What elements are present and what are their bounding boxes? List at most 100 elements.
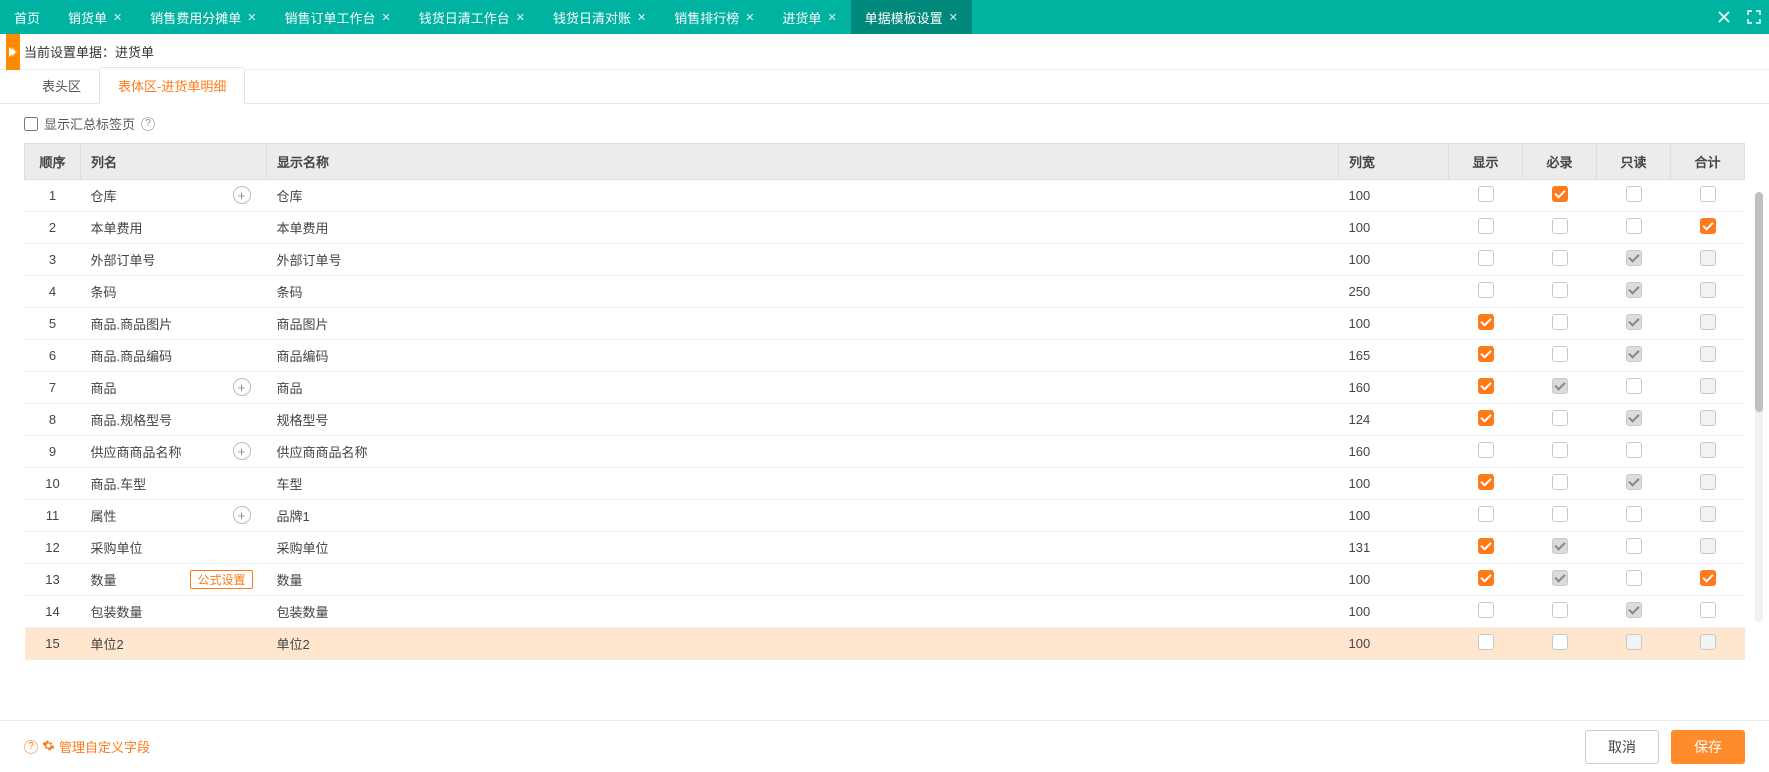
checkbox[interactable]: [1700, 218, 1716, 234]
table-row[interactable]: 14包装数量包装数量100: [25, 596, 1745, 628]
checkbox[interactable]: [1478, 378, 1494, 394]
cell-display[interactable]: 商品: [267, 372, 1339, 404]
checkbox[interactable]: [1626, 602, 1642, 618]
close-all-tabs-button[interactable]: [1709, 0, 1739, 34]
top-tab-8[interactable]: 单据模板设置✕: [851, 0, 972, 34]
cell-width[interactable]: 100: [1339, 468, 1449, 500]
cell-width[interactable]: 100: [1339, 308, 1449, 340]
checkbox[interactable]: [1478, 570, 1494, 586]
cell-width[interactable]: 100: [1339, 180, 1449, 212]
table-row[interactable]: 2本单费用本单费用100: [25, 212, 1745, 244]
checkbox[interactable]: [1552, 218, 1568, 234]
help-icon[interactable]: ?: [141, 117, 155, 131]
checkbox[interactable]: [1478, 410, 1494, 426]
table-row[interactable]: 6商品.商品编码商品编码165: [25, 340, 1745, 372]
cell-display[interactable]: 品牌1: [267, 500, 1339, 532]
cell-display[interactable]: 数量: [267, 564, 1339, 596]
checkbox[interactable]: [1626, 474, 1642, 490]
scrollbar[interactable]: [1755, 192, 1763, 622]
close-icon[interactable]: ✕: [949, 11, 958, 24]
checkbox[interactable]: [1626, 314, 1642, 330]
cell-display[interactable]: 单位2: [267, 628, 1339, 660]
cell-width[interactable]: 100: [1339, 564, 1449, 596]
top-tab-7[interactable]: 进货单✕: [768, 0, 850, 34]
table-row[interactable]: 3外部订单号外部订单号100: [25, 244, 1745, 276]
close-icon[interactable]: ✕: [637, 11, 646, 24]
table-row[interactable]: 7商品+商品160: [25, 372, 1745, 404]
checkbox[interactable]: [1478, 186, 1494, 202]
cell-width[interactable]: 250: [1339, 276, 1449, 308]
cell-display[interactable]: 条码: [267, 276, 1339, 308]
save-button[interactable]: 保存: [1671, 730, 1745, 764]
fullscreen-button[interactable]: [1739, 0, 1769, 34]
checkbox[interactable]: [1626, 346, 1642, 362]
checkbox[interactable]: [1478, 442, 1494, 458]
top-tab-6[interactable]: 销售排行榜✕: [660, 0, 768, 34]
cell-display[interactable]: 外部订单号: [267, 244, 1339, 276]
cell-width[interactable]: 160: [1339, 372, 1449, 404]
cell-width[interactable]: 100: [1339, 500, 1449, 532]
cell-display[interactable]: 商品图片: [267, 308, 1339, 340]
checkbox[interactable]: [1626, 218, 1642, 234]
checkbox[interactable]: [1478, 634, 1494, 650]
checkbox[interactable]: [1552, 186, 1568, 202]
top-tab-0[interactable]: 首页: [0, 0, 54, 34]
cell-width[interactable]: 100: [1339, 244, 1449, 276]
checkbox[interactable]: [1552, 506, 1568, 522]
checkbox[interactable]: [1552, 474, 1568, 490]
cell-display[interactable]: 商品编码: [267, 340, 1339, 372]
checkbox[interactable]: [1478, 538, 1494, 554]
checkbox[interactable]: [1552, 602, 1568, 618]
checkbox[interactable]: [1626, 410, 1642, 426]
top-tab-2[interactable]: 销售费用分摊单✕: [136, 0, 270, 34]
checkbox[interactable]: [1552, 410, 1568, 426]
checkbox[interactable]: [1626, 250, 1642, 266]
cell-width[interactable]: 100: [1339, 628, 1449, 660]
checkbox[interactable]: [1552, 250, 1568, 266]
checkbox[interactable]: [1700, 570, 1716, 586]
checkbox[interactable]: [1700, 602, 1716, 618]
checkbox[interactable]: [1552, 538, 1568, 554]
top-tab-5[interactable]: 钱货日清对账✕: [539, 0, 660, 34]
checkbox[interactable]: [1626, 442, 1642, 458]
cell-display[interactable]: 车型: [267, 468, 1339, 500]
cell-display[interactable]: 仓库: [267, 180, 1339, 212]
cell-display[interactable]: 采购单位: [267, 532, 1339, 564]
cell-width[interactable]: 100: [1339, 212, 1449, 244]
cell-display[interactable]: 包装数量: [267, 596, 1339, 628]
cell-display[interactable]: 供应商商品名称: [267, 436, 1339, 468]
checkbox[interactable]: [1626, 186, 1642, 202]
cell-display[interactable]: 本单费用: [267, 212, 1339, 244]
close-icon[interactable]: ✕: [827, 11, 836, 24]
checkbox[interactable]: [1626, 282, 1642, 298]
close-icon[interactable]: ✕: [516, 11, 525, 24]
cell-width[interactable]: 100: [1339, 596, 1449, 628]
show-summary-checkbox[interactable]: [24, 117, 38, 131]
add-icon[interactable]: +: [233, 442, 251, 460]
checkbox[interactable]: [1626, 506, 1642, 522]
checkbox[interactable]: [1626, 378, 1642, 394]
formula-button[interactable]: 公式设置: [190, 570, 252, 589]
cell-width[interactable]: 131: [1339, 532, 1449, 564]
cell-width[interactable]: 165: [1339, 340, 1449, 372]
checkbox[interactable]: [1626, 570, 1642, 586]
checkbox[interactable]: [1700, 186, 1716, 202]
top-tab-4[interactable]: 钱货日清工作台✕: [405, 0, 539, 34]
add-icon[interactable]: +: [233, 506, 251, 524]
checkbox[interactable]: [1478, 314, 1494, 330]
top-tab-1[interactable]: 销货单✕: [54, 0, 136, 34]
table-row[interactable]: 13数量公式设置数量100: [25, 564, 1745, 596]
footer-help-icon[interactable]: ?: [24, 740, 38, 754]
table-row[interactable]: 15单位2单位2100: [25, 628, 1745, 660]
scrollbar-thumb[interactable]: [1755, 192, 1763, 412]
close-icon[interactable]: ✕: [745, 11, 754, 24]
table-row[interactable]: 11属性+品牌1100: [25, 500, 1745, 532]
table-row[interactable]: 5商品.商品图片商品图片100: [25, 308, 1745, 340]
checkbox[interactable]: [1552, 634, 1568, 650]
checkbox[interactable]: [1478, 602, 1494, 618]
close-icon[interactable]: ✕: [113, 11, 122, 24]
cancel-button[interactable]: 取消: [1585, 730, 1659, 764]
breadcrumb-caret-icon[interactable]: [6, 34, 20, 70]
table-row[interactable]: 10商品.车型车型100: [25, 468, 1745, 500]
add-icon[interactable]: +: [233, 378, 251, 396]
